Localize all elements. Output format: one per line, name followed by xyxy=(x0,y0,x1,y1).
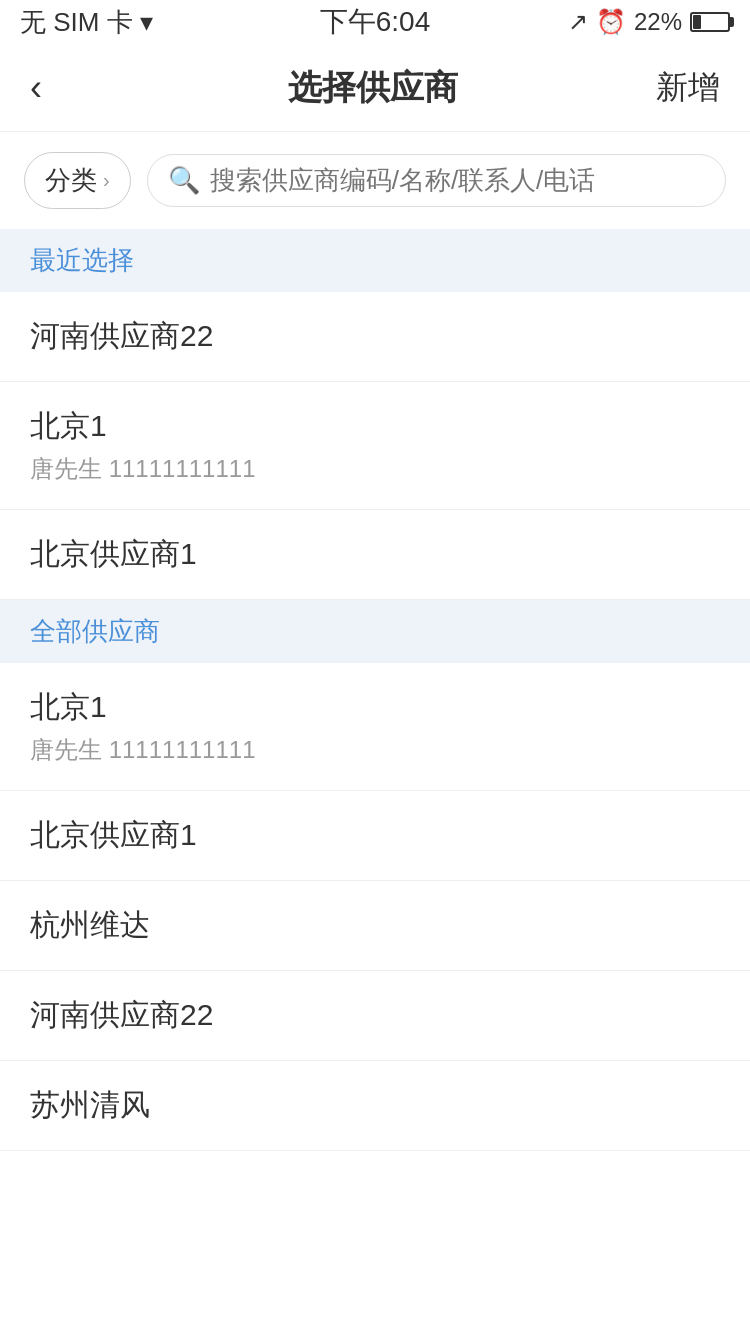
status-right: ↗ ⏰ 22% xyxy=(568,8,730,36)
location-icon: ↗ xyxy=(568,8,588,36)
list-item[interactable]: 苏州清风 xyxy=(0,1061,750,1151)
item-name: 苏州清风 xyxy=(30,1085,720,1126)
category-label: 分类 xyxy=(45,163,97,198)
category-filter-button[interactable]: 分类 › xyxy=(24,152,131,209)
search-input[interactable] xyxy=(210,165,705,196)
item-name: 杭州维达 xyxy=(30,905,720,946)
item-name: 北京供应商1 xyxy=(30,815,720,856)
add-button[interactable]: 新增 xyxy=(656,66,720,110)
item-name: 河南供应商22 xyxy=(30,316,720,357)
list-item[interactable]: 河南供应商22 xyxy=(0,971,750,1061)
chevron-right-icon: › xyxy=(103,169,110,192)
item-sub: 唐先生 11111111111 xyxy=(30,453,720,485)
list-item[interactable]: 河南供应商22 xyxy=(0,292,750,382)
status-time: 下午6:04 xyxy=(320,3,431,41)
sections-container: 最近选择河南供应商22 北京1 唐先生 11111111111 北京供应商1 全部供应商… xyxy=(0,229,750,1151)
item-name: 河南供应商22 xyxy=(30,995,720,1036)
page-title: 选择供应商 xyxy=(288,65,458,111)
battery-percent: 22% xyxy=(634,8,682,36)
no-sim-label: 无 SIM 卡 ▾ xyxy=(20,5,153,40)
item-name: 北京供应商1 xyxy=(30,534,720,575)
list-item[interactable]: 北京1 唐先生 11111111111 xyxy=(0,663,750,791)
list-item[interactable]: 北京供应商1 xyxy=(0,791,750,881)
alarm-icon: ⏰ xyxy=(596,8,626,36)
nav-bar: ‹ 选择供应商 新增 xyxy=(0,44,750,132)
item-name: 北京1 xyxy=(30,687,720,728)
section-header-0: 最近选择 xyxy=(0,229,750,292)
item-sub: 唐先生 11111111111 xyxy=(30,734,720,766)
search-box: 🔍 xyxy=(147,154,726,207)
status-bar: 无 SIM 卡 ▾ 下午6:04 ↗ ⏰ 22% xyxy=(0,0,750,44)
list-item[interactable]: 北京供应商1 xyxy=(0,510,750,600)
filter-bar: 分类 › 🔍 xyxy=(0,132,750,229)
item-name: 北京1 xyxy=(30,406,720,447)
back-button[interactable]: ‹ xyxy=(30,67,90,109)
section-header-1: 全部供应商 xyxy=(0,600,750,663)
status-left: 无 SIM 卡 ▾ xyxy=(20,5,153,40)
list-item[interactable]: 杭州维达 xyxy=(0,881,750,971)
list-item[interactable]: 北京1 唐先生 11111111111 xyxy=(0,382,750,510)
battery-icon xyxy=(690,12,730,32)
search-icon: 🔍 xyxy=(168,165,200,196)
